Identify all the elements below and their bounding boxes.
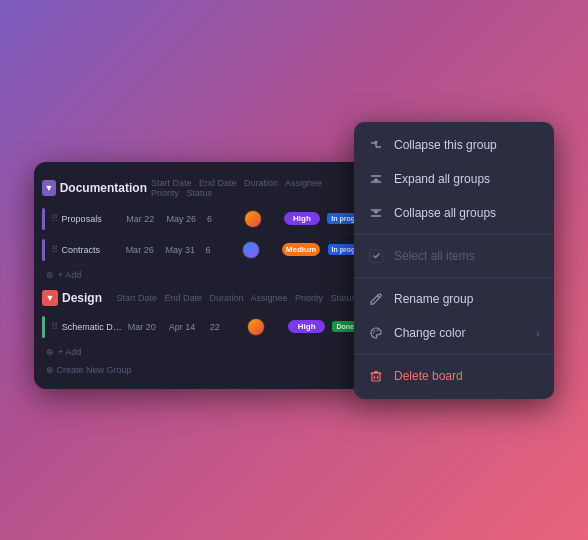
menu-item-collapse-all[interactable]: Collapse all groups — [354, 196, 554, 230]
menu-label-collapse-group: Collapse this group — [394, 138, 540, 152]
context-menu: Collapse this group Expand all groups — [354, 122, 554, 399]
edit-icon — [368, 291, 384, 307]
task-bar-proposals — [42, 208, 45, 230]
task-startdate-proposals: Mar 22 — [126, 214, 164, 224]
task-duration-schematic: 22 — [210, 322, 246, 332]
drag-handle[interactable]: ⠿ — [51, 244, 58, 255]
drag-handle[interactable]: ⠿ — [51, 213, 58, 224]
status-schematic: Done — [332, 321, 356, 332]
menu-label-expand-all: Expand all groups — [394, 172, 540, 186]
menu-label-delete-board: Delete board — [394, 369, 540, 383]
create-group-label: ⊕ Create New Group — [46, 365, 132, 375]
menu-divider-3 — [354, 354, 554, 355]
menu-item-delete-board[interactable]: Delete board — [354, 359, 554, 393]
add-icon-design: ⊕ — [46, 347, 54, 357]
change-color-arrow: › — [536, 327, 540, 339]
menu-item-change-color[interactable]: Change color › — [354, 316, 554, 350]
avatar-schematic — [247, 318, 265, 336]
trash-icon — [368, 368, 384, 384]
avatar-contracts — [242, 241, 260, 259]
task-enddate-proposals: May 26 — [167, 214, 205, 224]
menu-label-rename-group: Rename group — [394, 292, 540, 306]
svg-marker-6 — [373, 178, 379, 181]
menu-label-select-all: Select all items — [394, 249, 540, 263]
svg-point-12 — [374, 330, 376, 332]
svg-rect-14 — [372, 373, 380, 381]
group-design-name: Design — [62, 291, 112, 305]
add-label-design: + Add — [58, 347, 81, 357]
task-duration-contracts: 6 — [205, 245, 239, 255]
group-design-cols: Start Date End Date Duration Assignee Pr… — [116, 293, 356, 303]
add-row-documentation[interactable]: ⊕ + Add — [34, 266, 364, 284]
expand-all-icon — [368, 171, 384, 187]
menu-divider-2 — [354, 277, 554, 278]
menu-label-collapse-all: Collapse all groups — [394, 206, 540, 220]
group-documentation-name: Documentation — [60, 181, 147, 195]
group-documentation-cols: Start Date End Date Duration Assignee Pr… — [151, 178, 356, 198]
task-assignee-contracts — [242, 241, 280, 259]
menu-item-collapse-group[interactable]: Collapse this group — [354, 128, 554, 162]
drag-handle[interactable]: ⠿ — [51, 321, 58, 332]
group-documentation: ▼ Documentation Start Date End Date Dura… — [34, 172, 364, 204]
svg-point-13 — [377, 329, 379, 331]
group-design: ▼ Design Start Date End Date Duration As… — [34, 284, 364, 312]
task-duration-proposals: 6 — [207, 214, 242, 224]
add-row-design[interactable]: ⊕ + Add — [34, 343, 364, 361]
priority-contracts: Medium — [282, 243, 320, 256]
menu-item-expand-all[interactable]: Expand all groups — [354, 162, 554, 196]
task-startdate-schematic: Mar 20 — [128, 322, 167, 332]
status-proposals: In prog — [327, 213, 356, 224]
collapse-all-icon — [368, 205, 384, 221]
task-name-schematic: Schematic Des... — [62, 322, 126, 332]
svg-marker-9 — [373, 211, 379, 214]
collapse-icon — [368, 137, 384, 153]
checkbox-icon — [368, 248, 384, 264]
task-startdate-contracts: Mar 26 — [126, 245, 164, 255]
svg-point-11 — [373, 332, 375, 334]
task-bar-schematic — [42, 316, 45, 338]
group-design-chevron[interactable]: ▼ — [42, 290, 58, 306]
paint-icon — [368, 325, 384, 341]
priority-schematic: High — [288, 320, 324, 333]
add-icon-documentation: ⊕ — [46, 270, 54, 280]
menu-label-change-color: Change color — [394, 326, 526, 340]
add-label-documentation: + Add — [58, 270, 81, 280]
task-assignee-proposals — [244, 210, 282, 228]
main-container: ▼ Documentation Start Date End Date Dura… — [34, 142, 554, 399]
avatar-proposals — [244, 210, 262, 228]
board-panel: ▼ Documentation Start Date End Date Dura… — [34, 162, 364, 389]
priority-proposals: High — [284, 212, 320, 225]
menu-item-select-all: Select all items — [354, 239, 554, 273]
create-new-group[interactable]: ⊕ Create New Group — [34, 361, 364, 379]
menu-item-rename-group[interactable]: Rename group — [354, 282, 554, 316]
task-row: ⠿ Schematic Des... Mar 20 Apr 14 22 High… — [34, 312, 364, 343]
status-contracts: In prog — [328, 244, 356, 255]
task-name-proposals: Proposals — [62, 214, 125, 224]
svg-line-10 — [378, 295, 380, 297]
menu-divider-1 — [354, 234, 554, 235]
task-bar-contracts — [42, 239, 45, 261]
task-assignee-schematic — [247, 318, 286, 336]
task-enddate-contracts: May 31 — [166, 245, 204, 255]
task-row: ⠿ Contracts Mar 26 May 31 6 Medium In pr… — [34, 235, 364, 266]
group-documentation-chevron[interactable]: ▼ — [42, 180, 56, 196]
task-enddate-schematic: Apr 14 — [169, 322, 208, 332]
task-name-contracts: Contracts — [62, 245, 124, 255]
task-row: ⠿ Proposals Mar 22 May 26 6 High In prog — [34, 204, 364, 235]
